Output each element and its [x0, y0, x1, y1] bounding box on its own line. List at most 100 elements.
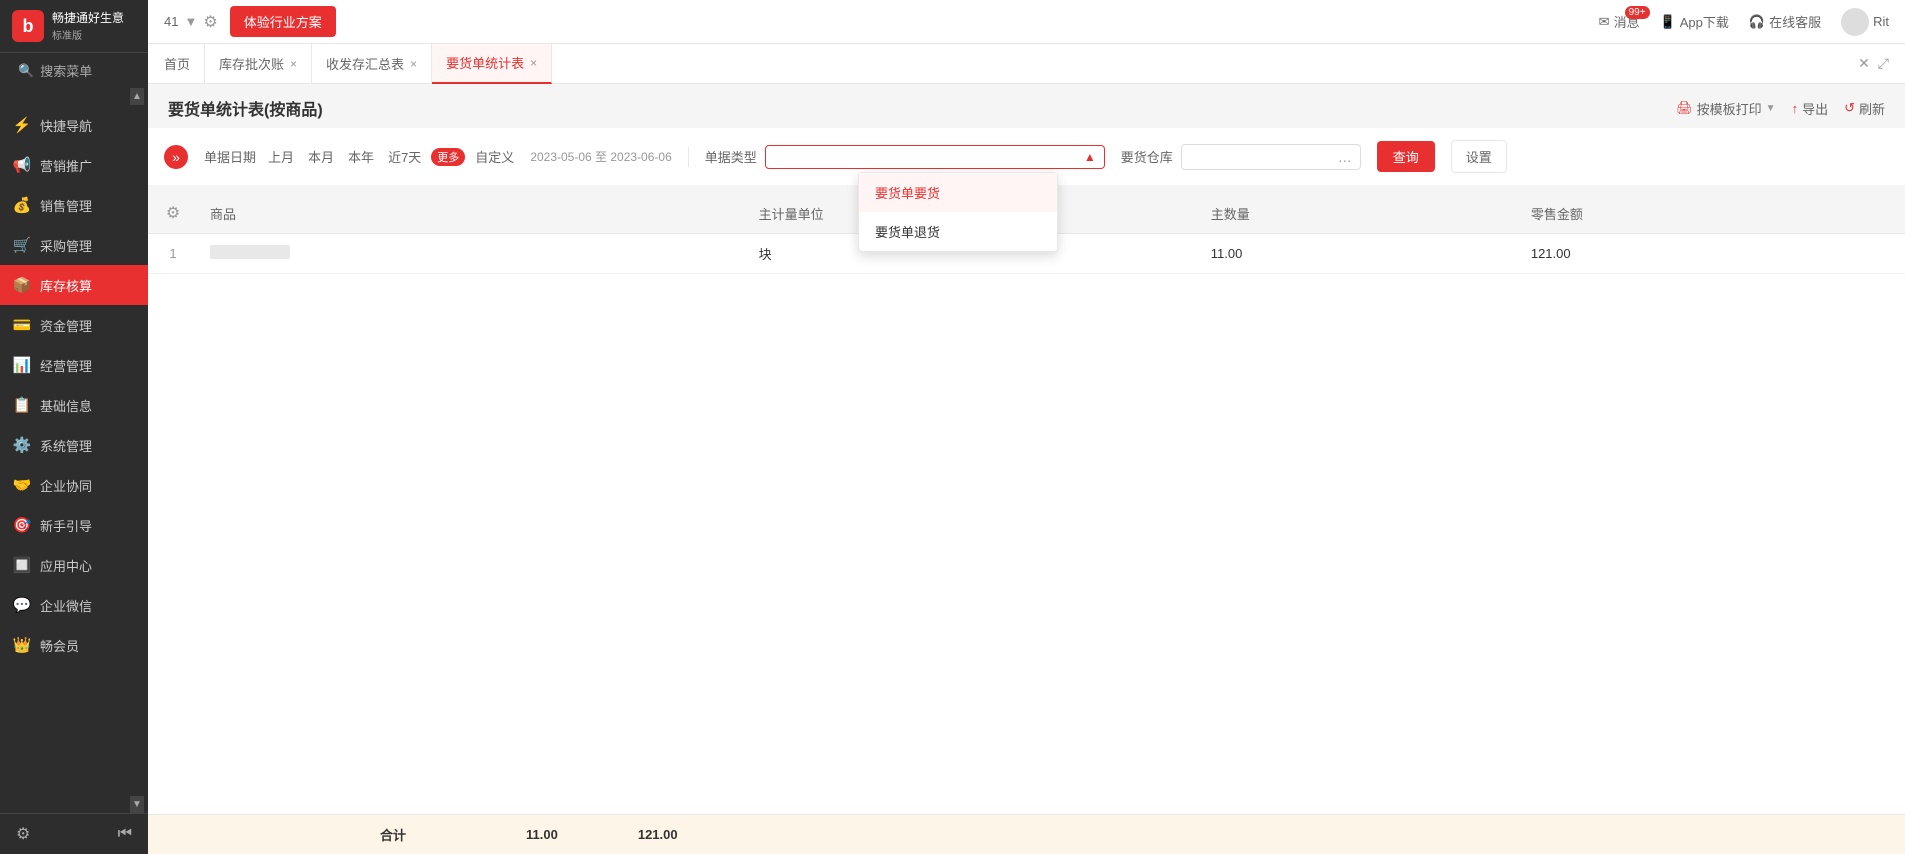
sidebar-collapse-icon[interactable]: ⏮ — [118, 825, 132, 843]
tab-close-all[interactable]: ✕ — [1858, 55, 1870, 72]
tab-batch-account[interactable]: 库存批次账 × — [205, 44, 312, 84]
page-actions: 🖨 按模板打印 ▼ ↑ 导出 ↺ 刷新 — [1676, 99, 1885, 118]
search-label: 搜索菜单 — [40, 61, 92, 80]
sidebar-item-quick-nav[interactable]: ⚡ 快捷导航 — [0, 105, 148, 145]
table-footer: 合计 11.00 121.00 — [148, 814, 1905, 854]
shortcut-this-month[interactable]: 本月 — [304, 145, 338, 168]
export-btn[interactable]: ↑ 导出 — [1792, 99, 1829, 118]
filter-settings-btn[interactable]: 设置 — [1451, 140, 1507, 173]
query-btn[interactable]: 查询 — [1377, 141, 1435, 172]
tab-order-summary[interactable]: 要货单统计表 × — [432, 44, 552, 84]
filter-bar: » 单据日期 上月 本月 本年 近7天 更多 自定义 2023-05-06 至 … — [148, 128, 1905, 185]
shortcut-last-7[interactable]: 近7天 — [384, 145, 425, 168]
page-title: 要货单统计表(按商品) — [168, 96, 323, 120]
sidebar-settings-icon[interactable]: ⚙ — [16, 824, 30, 844]
cell-quantity: 11.00 — [1199, 234, 1519, 274]
trial-btn[interactable]: 体验行业方案 — [230, 6, 336, 37]
avatar — [1841, 8, 1869, 36]
sidebar-item-purchase[interactable]: 🛒 采购管理 — [0, 225, 148, 265]
print-btn[interactable]: 🖨 按模板打印 ▼ — [1676, 99, 1775, 118]
messages-btn[interactable]: ✉ 消息 99+ — [1599, 12, 1640, 31]
messages-badge: 99+ — [1625, 6, 1650, 19]
quick-nav-icon: ⚡ — [12, 115, 32, 135]
sidebar-item-label: 采购管理 — [40, 236, 92, 255]
col-quantity: 主数量 — [1199, 193, 1519, 234]
refresh-label: 刷新 — [1859, 99, 1885, 118]
column-settings-icon[interactable]: ⚙ — [166, 205, 180, 222]
type-dropdown: 要货单要货 要货单退货 — [858, 172, 1058, 252]
shortcut-custom[interactable]: 自定义 — [471, 145, 518, 168]
export-label: 导出 — [1802, 99, 1828, 118]
cell-product — [198, 234, 747, 274]
sidebar-item-system[interactable]: ⚙️ 系统管理 — [0, 425, 148, 465]
sidebar-footer: ⚙ ⏮ — [0, 813, 148, 854]
sidebar-item-finance[interactable]: 💳 资金管理 — [0, 305, 148, 345]
guide-icon: 🎯 — [12, 515, 32, 535]
tab-receive-summary-label: 收发存汇总表 — [326, 54, 404, 73]
member-icon: 👑 — [12, 635, 32, 655]
refresh-btn[interactable]: ↺ 刷新 — [1844, 99, 1885, 118]
sidebar-item-guide[interactable]: 🎯 新手引导 — [0, 505, 148, 545]
topbar-right: ✉ 消息 99+ 📱 App下载 🎧 在线客服 Rit — [1599, 8, 1889, 36]
sidebar-item-basic[interactable]: 📋 基础信息 — [0, 385, 148, 425]
wechat-icon: 💬 — [12, 595, 32, 615]
sidebar-scroll-up[interactable]: ▲ — [130, 88, 144, 105]
sidebar-item-label: 基础信息 — [40, 396, 92, 415]
sidebar-item-label: 营销推广 — [40, 156, 92, 175]
sidebar-item-label: 资金管理 — [40, 316, 92, 335]
tab-order-summary-close[interactable]: × — [530, 56, 537, 70]
topbar: 41 ▼ ⚙ 体验行业方案 ✉ 消息 99+ 📱 App下载 🎧 在线客服 — [148, 0, 1905, 44]
dropdown-item-return-goods[interactable]: 要货单退货 — [859, 212, 1057, 251]
cell-index: 1 — [148, 234, 198, 274]
tab-receive-summary-close[interactable]: × — [410, 57, 417, 71]
sidebar: b 畅捷通好生意 标准版 🔍 搜索菜单 ▲ ⚡ 快捷导航 📢 营销推广 💰 销售… — [0, 0, 148, 854]
filter-expand-btn[interactable]: » — [164, 145, 188, 169]
date-shortcuts: 上月 本月 本年 近7天 更多 自定义 — [264, 145, 518, 168]
sidebar-item-enterprise[interactable]: 🤝 企业协同 — [0, 465, 148, 505]
shortcut-this-year[interactable]: 本年 — [344, 145, 378, 168]
refresh-icon: ↺ — [1844, 100, 1855, 116]
user-avatar-btn[interactable]: Rit — [1841, 8, 1889, 36]
col-settings[interactable]: ⚙ — [148, 193, 198, 234]
sidebar-item-inventory[interactable]: 📦 库存核算 — [0, 265, 148, 305]
sidebar-logo: b 畅捷通好生意 标准版 — [0, 0, 148, 53]
app-download-btn[interactable]: 📱 App下载 — [1660, 12, 1729, 31]
main-content: 41 ▼ ⚙ 体验行业方案 ✉ 消息 99+ 📱 App下载 🎧 在线客服 — [148, 0, 1905, 854]
shortcut-last-month[interactable]: 上月 — [264, 145, 298, 168]
dropdown-item-order-goods[interactable]: 要货单要货 — [859, 173, 1057, 212]
col-product: 商品 — [198, 193, 747, 234]
sidebar-item-apps[interactable]: 🔲 应用中心 — [0, 545, 148, 585]
sidebar-scroll-down[interactable]: ▼ — [130, 796, 144, 813]
sidebar-item-member[interactable]: 👑 畅会员 — [0, 625, 148, 665]
tab-receive-summary[interactable]: 收发存汇总表 × — [312, 44, 432, 84]
sidebar-item-label: 系统管理 — [40, 436, 92, 455]
sidebar-search[interactable]: 🔍 搜索菜单 — [0, 53, 148, 88]
tab-batch-account-close[interactable]: × — [290, 57, 297, 71]
service-icon: 🎧 — [1749, 14, 1765, 30]
store-selector[interactable]: 41 ▼ ⚙ — [164, 12, 218, 32]
message-icon: ✉ — [1599, 14, 1610, 30]
sidebar-item-label: 畅会员 — [40, 636, 79, 655]
tab-expand[interactable]: ⤢ — [1878, 55, 1889, 72]
print-label: 按模板打印 — [1697, 99, 1762, 118]
product-name-placeholder — [210, 245, 290, 259]
sidebar-item-label: 企业微信 — [40, 596, 92, 615]
tab-home[interactable]: 首页 — [164, 44, 205, 84]
app-download-label: App下载 — [1680, 12, 1729, 31]
warehouse-select[interactable]: … — [1181, 144, 1361, 170]
search-icon: 🔍 — [18, 63, 34, 79]
sidebar-item-operation[interactable]: 📊 经营管理 — [0, 345, 148, 385]
sales-icon: 💰 — [12, 195, 32, 215]
settings-icon[interactable]: ⚙ — [203, 12, 217, 32]
shortcut-more[interactable]: 更多 — [431, 148, 465, 166]
page-content: 要货单统计表(按商品) 🖨 按模板打印 ▼ ↑ 导出 ↺ 刷新 » — [148, 84, 1905, 854]
type-select[interactable]: ▲ — [765, 145, 1105, 169]
more-filters-btn[interactable]: … — [1338, 149, 1352, 165]
sidebar-item-label: 快捷导航 — [40, 116, 92, 135]
sidebar-item-sales[interactable]: 💰 销售管理 — [0, 185, 148, 225]
online-service-btn[interactable]: 🎧 在线客服 — [1749, 12, 1821, 31]
total-label: 合计 — [380, 825, 406, 844]
sidebar-item-marketing[interactable]: 📢 营销推广 — [0, 145, 148, 185]
sidebar-item-label: 经营管理 — [40, 356, 92, 375]
sidebar-item-wechat[interactable]: 💬 企业微信 — [0, 585, 148, 625]
